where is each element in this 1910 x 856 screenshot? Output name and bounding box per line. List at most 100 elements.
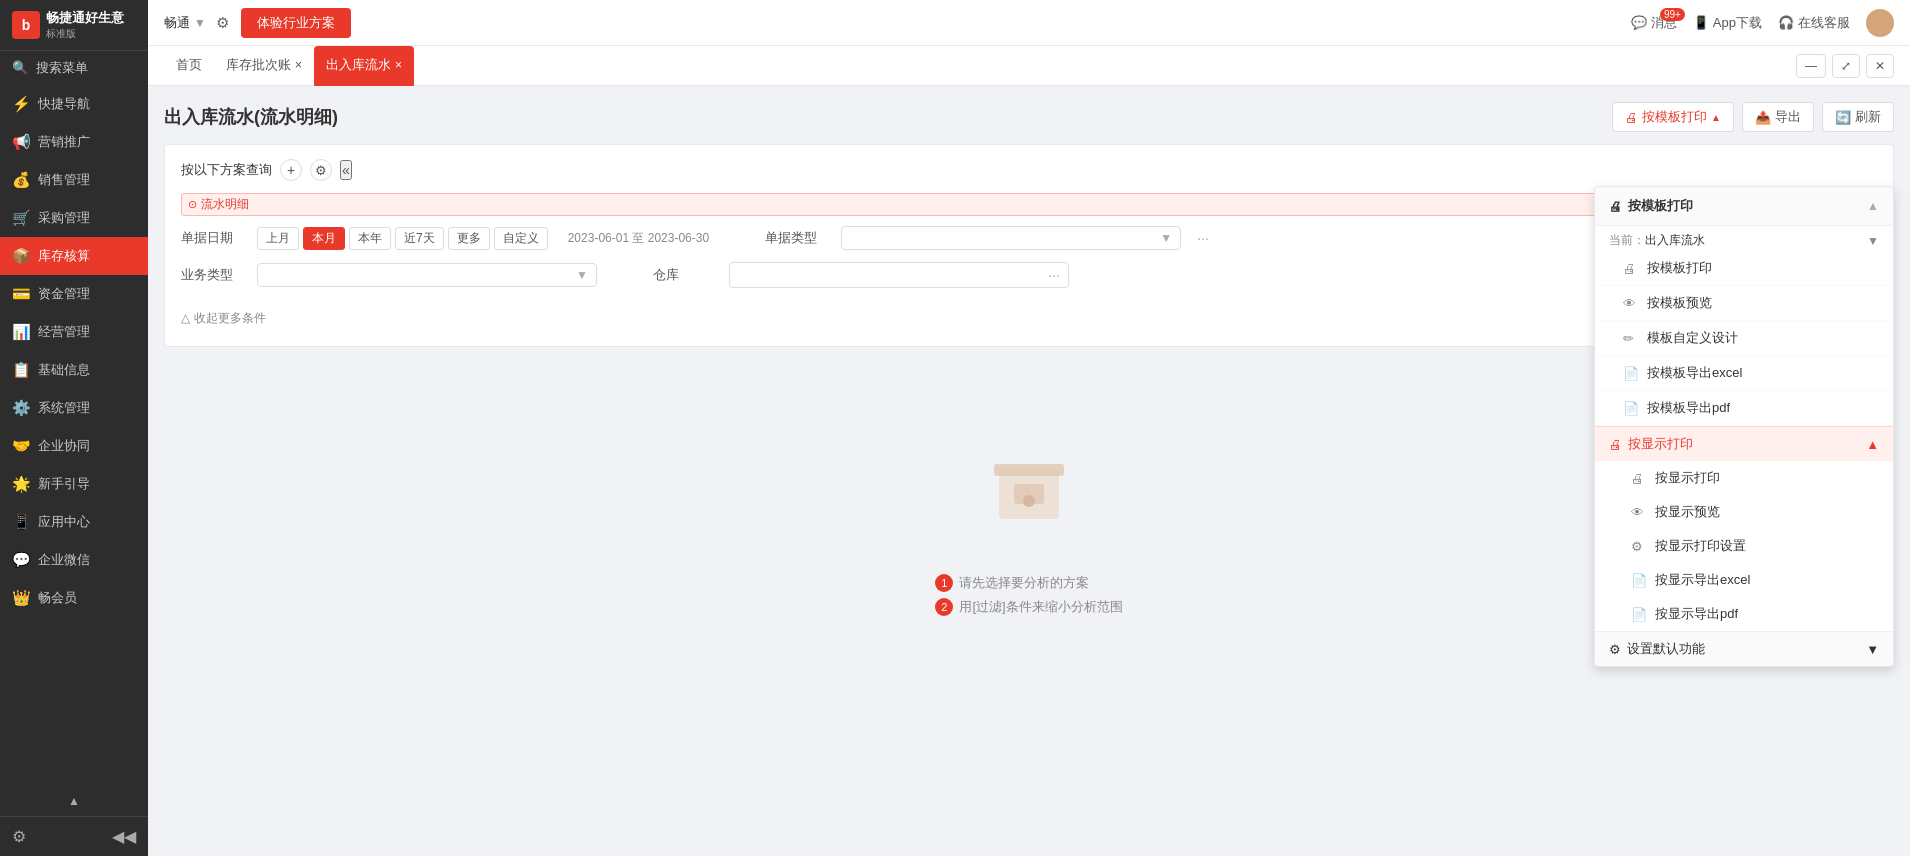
- dropdown-item-display-preview[interactable]: 👁 按显示预览: [1595, 495, 1893, 529]
- filter-warehouse-select[interactable]: ···: [729, 262, 1069, 288]
- header-dropdown-icon[interactable]: ▼: [194, 16, 206, 30]
- tab-home[interactable]: 首页: [164, 46, 214, 86]
- display-section-title: 按显示打印: [1628, 435, 1693, 453]
- dropdown-item-template-preview[interactable]: 👁 按模板预览: [1595, 286, 1893, 321]
- search-icon: 🔍: [12, 60, 28, 75]
- dropdown-current-chevron[interactable]: ▼: [1867, 234, 1879, 248]
- sidebar-item-purchase[interactable]: 🛒 采购管理: [0, 199, 148, 237]
- dropdown-item-template-excel-label: 按模板导出excel: [1647, 364, 1742, 382]
- tab-flow-close[interactable]: ×: [395, 59, 402, 71]
- messages-badge: 99+: [1660, 8, 1685, 21]
- dropdown-item-template-print[interactable]: 🖨 按模板打印: [1595, 251, 1893, 286]
- footer-settings-icon[interactable]: ⚙: [12, 827, 26, 846]
- sidebar-item-marketing[interactable]: 📢 营销推广: [0, 123, 148, 161]
- filter-tag-label: 流水明细: [201, 196, 249, 213]
- dropdown-display-section-header[interactable]: 🖨 按显示打印 ▲: [1595, 426, 1893, 461]
- sidebar-item-label: 新手引导: [38, 475, 90, 493]
- header-right: 💬 消息 99+ 📱 App下载 🎧 在线客服: [1631, 9, 1894, 37]
- dropdown-chevron-up[interactable]: ▲: [1867, 199, 1879, 213]
- template-excel-icon: 📄: [1623, 366, 1639, 381]
- sidebar-item-wechat[interactable]: 💬 企业微信: [0, 541, 148, 579]
- tab-batch-close[interactable]: ×: [295, 59, 302, 71]
- sidebar-logo: b 畅捷通好生意 标准版: [0, 0, 148, 51]
- dropdown-item-template-custom[interactable]: ✏ 模板自定义设计: [1595, 321, 1893, 356]
- filter-doc-type-label: 单据类型: [765, 229, 825, 247]
- tab-batch[interactable]: 库存批次账 ×: [214, 46, 314, 86]
- display-section-chevron[interactable]: ▲: [1866, 437, 1879, 452]
- header-gear-icon[interactable]: ⚙: [216, 14, 229, 32]
- collapse-more[interactable]: △ 收起更多条件: [181, 310, 266, 327]
- app-title: 畅捷通好生意: [46, 10, 124, 27]
- dropdown-item-display-excel[interactable]: 📄 按显示导出excel: [1595, 563, 1893, 597]
- template-print-icon: 🖨: [1623, 261, 1639, 276]
- sidebar-item-system[interactable]: ⚙️ 系统管理: [0, 389, 148, 427]
- dropdown-panel: 🖨 按模板打印 ▲ 当前：出入库流水 ▼ 🖨 按模板打印 👁: [1594, 186, 1894, 667]
- date-btn-this-month[interactable]: 本月: [303, 227, 345, 250]
- messages-item[interactable]: 💬 消息 99+: [1631, 14, 1677, 32]
- filter-settings-button[interactable]: ⚙: [310, 159, 332, 181]
- filter-biz-type-select[interactable]: ▼: [257, 263, 597, 287]
- tip-1-text: 请先选择要分析的方案: [959, 574, 1089, 592]
- display-print-icon: 🖨: [1631, 471, 1647, 486]
- customer-service-item[interactable]: 🎧 在线客服: [1778, 14, 1850, 32]
- date-btn-7days[interactable]: 近7天: [395, 227, 444, 250]
- dropdown-header-title: 🖨 按模板打印: [1609, 197, 1693, 215]
- sidebar-item-guide[interactable]: 🌟 新手引导: [0, 465, 148, 503]
- sidebar-item-inventory[interactable]: 📦 库存核算: [0, 237, 148, 275]
- date-btn-last-month[interactable]: 上月: [257, 227, 299, 250]
- finance-icon: 💳: [12, 285, 30, 303]
- sidebar-item-label: 基础信息: [38, 361, 90, 379]
- template-pdf-icon: 📄: [1623, 401, 1639, 416]
- dropdown-item-template-export-pdf[interactable]: 📄 按模板导出pdf: [1595, 391, 1893, 426]
- inventory-icon: 📦: [12, 247, 30, 265]
- print-button[interactable]: 🖨 按模板打印 ▲: [1612, 102, 1734, 132]
- print-label: 按模板打印: [1642, 108, 1707, 126]
- date-btn-this-year[interactable]: 本年: [349, 227, 391, 250]
- refresh-label: 刷新: [1855, 108, 1881, 126]
- dropdown-item-template-export-excel[interactable]: 📄 按模板导出excel: [1595, 356, 1893, 391]
- page-header: 出入库流水(流水明细) 🖨 按模板打印 ▲ 📤 导出 🔄 刷新: [164, 102, 1894, 132]
- sidebar-item-quick-nav[interactable]: ⚡ 快捷导航: [0, 85, 148, 123]
- app-download-label: App下载: [1713, 14, 1762, 32]
- app-download-item[interactable]: 📱 App下载: [1693, 14, 1762, 32]
- avatar[interactable]: [1866, 9, 1894, 37]
- dropdown-item-template-print-label: 按模板打印: [1647, 259, 1712, 277]
- display-excel-icon: 📄: [1631, 573, 1647, 588]
- filter-doc-type-select[interactable]: ▼: [841, 226, 1181, 250]
- filter-collapse-button[interactable]: «: [340, 160, 352, 180]
- date-btn-more[interactable]: 更多: [448, 227, 490, 250]
- tab-minimize-button[interactable]: —: [1796, 54, 1826, 78]
- sidebar-item-label: 经营管理: [38, 323, 90, 341]
- sidebar-item-sales[interactable]: 💰 销售管理: [0, 161, 148, 199]
- sidebar-item-member[interactable]: 👑 畅会员: [0, 579, 148, 617]
- export-icon: 📤: [1755, 110, 1771, 125]
- sidebar-search[interactable]: 🔍 搜索菜单: [0, 51, 148, 85]
- tab-flow[interactable]: 出入库流水 ×: [314, 46, 414, 86]
- customer-service-label: 在线客服: [1798, 14, 1850, 32]
- dropdown-footer-chevron[interactable]: ▼: [1866, 642, 1879, 657]
- solution-button[interactable]: 体验行业方案: [241, 8, 351, 38]
- sidebar-item-operation[interactable]: 📊 经营管理: [0, 313, 148, 351]
- dropdown-item-display-pdf[interactable]: 📄 按显示导出pdf: [1595, 597, 1893, 631]
- export-button[interactable]: 📤 导出: [1742, 102, 1814, 132]
- filter-add-button[interactable]: +: [280, 159, 302, 181]
- sidebar-item-finance[interactable]: 💳 资金管理: [0, 275, 148, 313]
- filter-date-label: 单据日期: [181, 229, 241, 247]
- guide-icon: 🌟: [12, 475, 30, 493]
- sidebar-item-label: 应用中心: [38, 513, 90, 531]
- tab-expand-button[interactable]: ⤢: [1832, 54, 1860, 78]
- sidebar-item-basic[interactable]: 📋 基础信息: [0, 351, 148, 389]
- dropdown-footer[interactable]: ⚙ 设置默认功能 ▼: [1595, 631, 1893, 666]
- filter-doc-type-more[interactable]: ···: [1197, 230, 1209, 246]
- refresh-button[interactable]: 🔄 刷新: [1822, 102, 1894, 132]
- sidebar-item-label: 营销推广: [38, 133, 90, 151]
- dropdown-item-display-settings[interactable]: ⚙ 按显示打印设置: [1595, 529, 1893, 563]
- dropdown-item-display-print[interactable]: 🖨 按显示打印: [1595, 461, 1893, 495]
- tab-close-all-button[interactable]: ✕: [1866, 54, 1894, 78]
- date-btn-custom[interactable]: 自定义: [494, 227, 548, 250]
- filter-warehouse-more[interactable]: ···: [1048, 267, 1060, 283]
- sidebar-item-corp[interactable]: 🤝 企业协同: [0, 427, 148, 465]
- footer-collapse-icon[interactable]: ◀◀: [112, 827, 136, 846]
- sidebar-item-apps[interactable]: 📱 应用中心: [0, 503, 148, 541]
- sidebar-item-label: 畅会员: [38, 589, 77, 607]
